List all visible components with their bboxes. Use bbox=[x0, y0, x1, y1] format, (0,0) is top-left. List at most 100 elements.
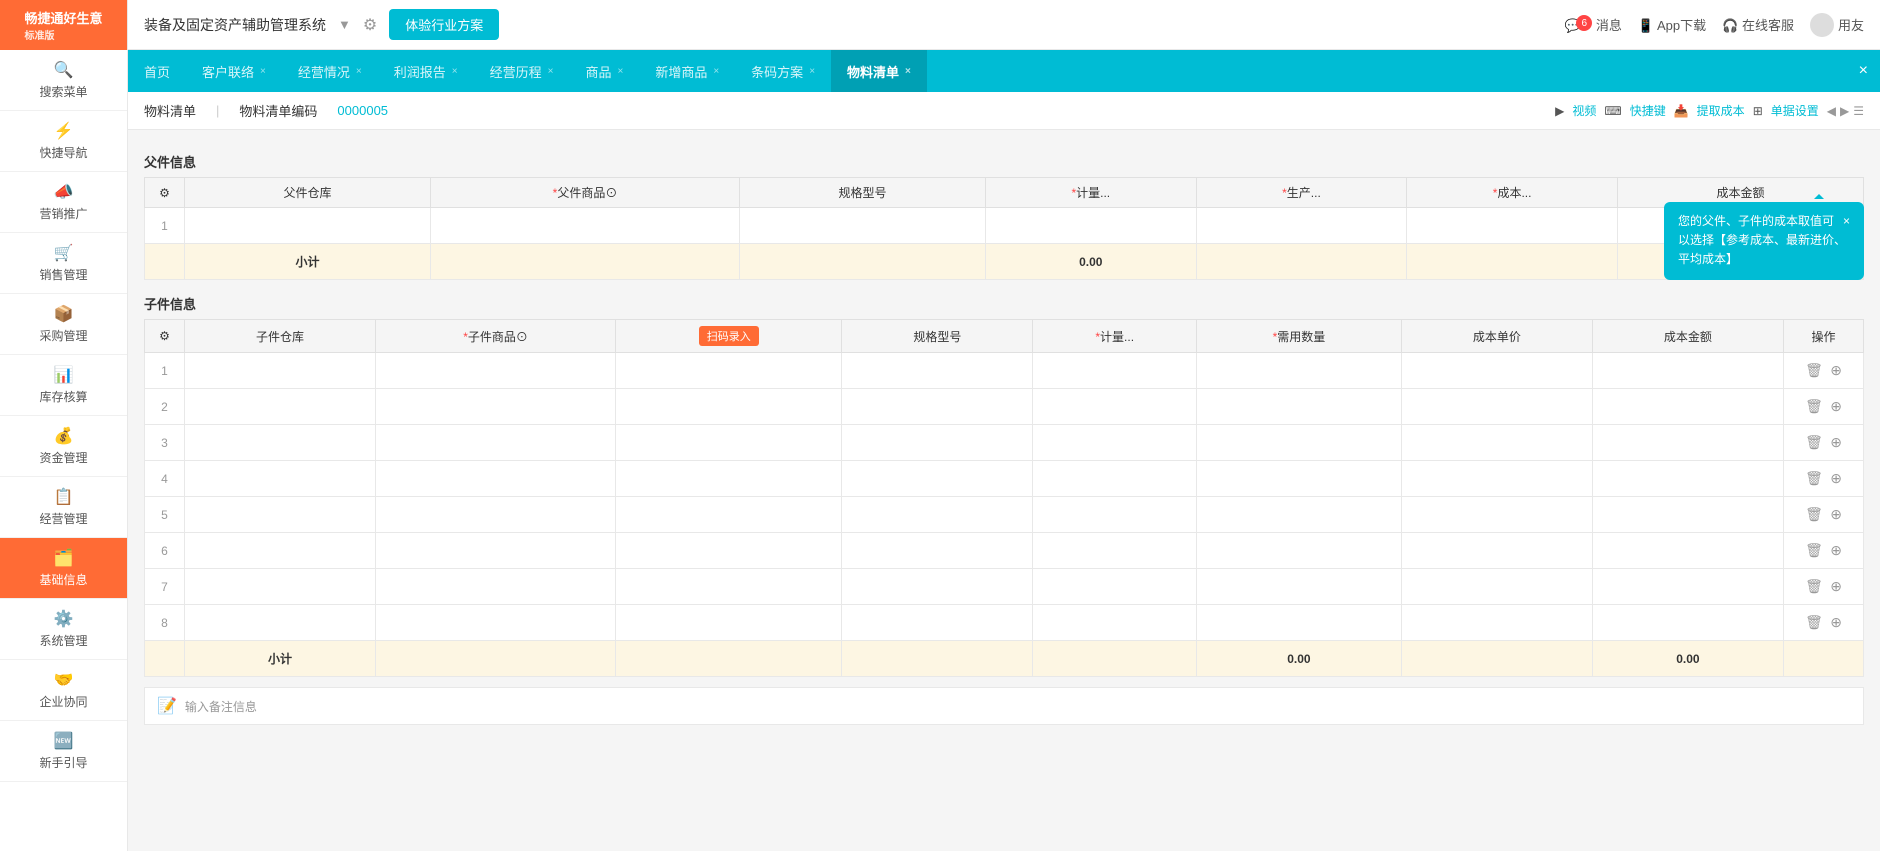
child-cell-unit-7[interactable] bbox=[1033, 605, 1197, 641]
tab-newproduct[interactable]: 新增商品 × bbox=[639, 50, 735, 92]
child-cell-scan-4[interactable] bbox=[616, 497, 842, 533]
child-cell-scan-1[interactable] bbox=[616, 389, 842, 425]
child-cell-qty-2[interactable] bbox=[1197, 425, 1402, 461]
shortcut-btn[interactable]: 快捷键 bbox=[1626, 100, 1670, 121]
child-cell-qty-4[interactable] bbox=[1197, 497, 1402, 533]
sidebar-item-marketing[interactable]: 📣 营销推广 bbox=[0, 172, 127, 233]
child-cell-spec-3[interactable] bbox=[842, 461, 1033, 497]
child-cell-scan-5[interactable] bbox=[616, 533, 842, 569]
child-cell-unitcost-2[interactable] bbox=[1401, 425, 1592, 461]
sidebar-item-inventory[interactable]: 📊 库存核算 bbox=[0, 355, 127, 416]
child-cell-unit-5[interactable] bbox=[1033, 533, 1197, 569]
close-tab-profit[interactable]: × bbox=[452, 66, 458, 77]
child-cell-spec-6[interactable] bbox=[842, 569, 1033, 605]
parent-cell-spec[interactable] bbox=[740, 208, 986, 244]
child-cell-amount-5[interactable] bbox=[1592, 533, 1783, 569]
sidebar-item-purchase[interactable]: 📦 采购管理 bbox=[0, 294, 127, 355]
child-cell-product-2[interactable] bbox=[376, 425, 616, 461]
child-cell-qty-1[interactable] bbox=[1197, 389, 1402, 425]
video-btn[interactable]: 视频 bbox=[1568, 100, 1600, 121]
delete-icon-1[interactable]: 🗑 bbox=[1805, 398, 1823, 414]
child-cell-scan-3[interactable] bbox=[616, 461, 842, 497]
delete-icon-4[interactable]: 🗑 bbox=[1805, 506, 1823, 522]
close-tab-products[interactable]: × bbox=[617, 66, 623, 77]
parent-cell-cost[interactable] bbox=[1407, 208, 1618, 244]
copy-icon-7[interactable]: ⊕ bbox=[1830, 614, 1842, 630]
child-cell-warehouse-7[interactable] bbox=[185, 605, 376, 641]
tab-customers[interactable]: 客户联络 × bbox=[186, 50, 282, 92]
child-cell-unitcost-1[interactable] bbox=[1401, 389, 1592, 425]
copy-icon-2[interactable]: ⊕ bbox=[1830, 434, 1842, 450]
child-cell-qty-7[interactable] bbox=[1197, 605, 1402, 641]
delete-icon-5[interactable]: 🗑 bbox=[1805, 542, 1823, 558]
sidebar-item-business[interactable]: 📋 经营管理 bbox=[0, 477, 127, 538]
delete-icon-0[interactable]: 🗑 bbox=[1805, 362, 1823, 378]
child-cell-qty-6[interactable] bbox=[1197, 569, 1402, 605]
parent-cell-product[interactable] bbox=[430, 208, 739, 244]
copy-icon-1[interactable]: ⊕ bbox=[1830, 398, 1842, 414]
parent-cell-unit[interactable] bbox=[985, 208, 1196, 244]
nav-next-icon[interactable]: ▶ bbox=[1840, 104, 1849, 118]
child-cell-product-6[interactable] bbox=[376, 569, 616, 605]
copy-icon-6[interactable]: ⊕ bbox=[1830, 578, 1842, 594]
child-cell-product-3[interactable] bbox=[376, 461, 616, 497]
child-cell-product-1[interactable] bbox=[376, 389, 616, 425]
doc-settings-btn[interactable]: 单据设置 bbox=[1767, 100, 1823, 121]
nav-prev-icon[interactable]: ◀ bbox=[1827, 104, 1836, 118]
tab-products[interactable]: 商品 × bbox=[569, 50, 639, 92]
child-cell-unitcost-6[interactable] bbox=[1401, 569, 1592, 605]
close-tab-newproduct[interactable]: × bbox=[713, 66, 719, 77]
tooltip-close-btn[interactable]: × bbox=[1843, 212, 1850, 231]
child-cell-product-0[interactable] bbox=[376, 353, 616, 389]
close-all-tabs-btn[interactable]: × bbox=[1847, 62, 1880, 80]
child-cell-warehouse-0[interactable] bbox=[185, 353, 376, 389]
close-tab-bom[interactable]: × bbox=[905, 66, 911, 77]
sidebar-item-search[interactable]: 🔍 搜索菜单 bbox=[0, 50, 127, 111]
child-cell-warehouse-2[interactable] bbox=[185, 425, 376, 461]
try-btn[interactable]: 体验行业方案 bbox=[389, 9, 499, 40]
delete-icon-3[interactable]: 🗑 bbox=[1805, 470, 1823, 486]
child-cell-qty-5[interactable] bbox=[1197, 533, 1402, 569]
child-cell-spec-4[interactable] bbox=[842, 497, 1033, 533]
child-cell-warehouse-3[interactable] bbox=[185, 461, 376, 497]
sidebar-item-guide[interactable]: 🆕 新手引导 bbox=[0, 721, 127, 782]
tab-barcode[interactable]: 条码方案 × bbox=[735, 50, 831, 92]
close-tab-barcode[interactable]: × bbox=[809, 66, 815, 77]
child-cell-scan-2[interactable] bbox=[616, 425, 842, 461]
child-cell-unitcost-0[interactable] bbox=[1401, 353, 1592, 389]
child-cell-unitcost-5[interactable] bbox=[1401, 533, 1592, 569]
sidebar-item-sales[interactable]: 🛒 销售管理 bbox=[0, 233, 127, 294]
delete-icon-7[interactable]: 🗑 bbox=[1805, 614, 1823, 630]
child-cell-warehouse-5[interactable] bbox=[185, 533, 376, 569]
child-cell-product-5[interactable] bbox=[376, 533, 616, 569]
dropdown-arrow-icon[interactable]: ▼ bbox=[338, 17, 351, 32]
child-cell-amount-0[interactable] bbox=[1592, 353, 1783, 389]
child-cell-amount-7[interactable] bbox=[1592, 605, 1783, 641]
service-btn[interactable]: 🎧 在线客服 bbox=[1722, 15, 1794, 34]
child-cell-spec-2[interactable] bbox=[842, 425, 1033, 461]
copy-icon-5[interactable]: ⊕ bbox=[1830, 542, 1842, 558]
child-cell-amount-1[interactable] bbox=[1592, 389, 1783, 425]
child-cell-scan-6[interactable] bbox=[616, 569, 842, 605]
tab-history[interactable]: 经营历程 × bbox=[474, 50, 570, 92]
app-download-btn[interactable]: 📱 App下载 bbox=[1638, 15, 1706, 34]
parent-cell-production[interactable] bbox=[1196, 208, 1407, 244]
user-btn[interactable]: 用友 bbox=[1810, 13, 1864, 37]
child-cell-amount-4[interactable] bbox=[1592, 497, 1783, 533]
child-cell-unit-0[interactable] bbox=[1033, 353, 1197, 389]
list-view-icon[interactable]: ☰ bbox=[1853, 104, 1864, 118]
parent-cell-warehouse[interactable] bbox=[185, 208, 431, 244]
sidebar-item-coop[interactable]: 🤝 企业协同 bbox=[0, 660, 127, 721]
sidebar-item-basic[interactable]: 🗂️ 基础信息 bbox=[0, 538, 127, 599]
message-btn[interactable]: 💬 6 消息 bbox=[1564, 15, 1621, 34]
child-cell-amount-3[interactable] bbox=[1592, 461, 1783, 497]
copy-icon-4[interactable]: ⊕ bbox=[1830, 506, 1842, 522]
tab-bom[interactable]: 物料清单 × bbox=[831, 50, 927, 92]
tab-operations[interactable]: 经营情况 × bbox=[282, 50, 378, 92]
tab-profit[interactable]: 利润报告 × bbox=[378, 50, 474, 92]
child-cell-unitcost-4[interactable] bbox=[1401, 497, 1592, 533]
tab-home[interactable]: 首页 bbox=[128, 50, 186, 92]
child-cell-unitcost-7[interactable] bbox=[1401, 605, 1592, 641]
child-cell-unit-6[interactable] bbox=[1033, 569, 1197, 605]
child-cell-unit-1[interactable] bbox=[1033, 389, 1197, 425]
